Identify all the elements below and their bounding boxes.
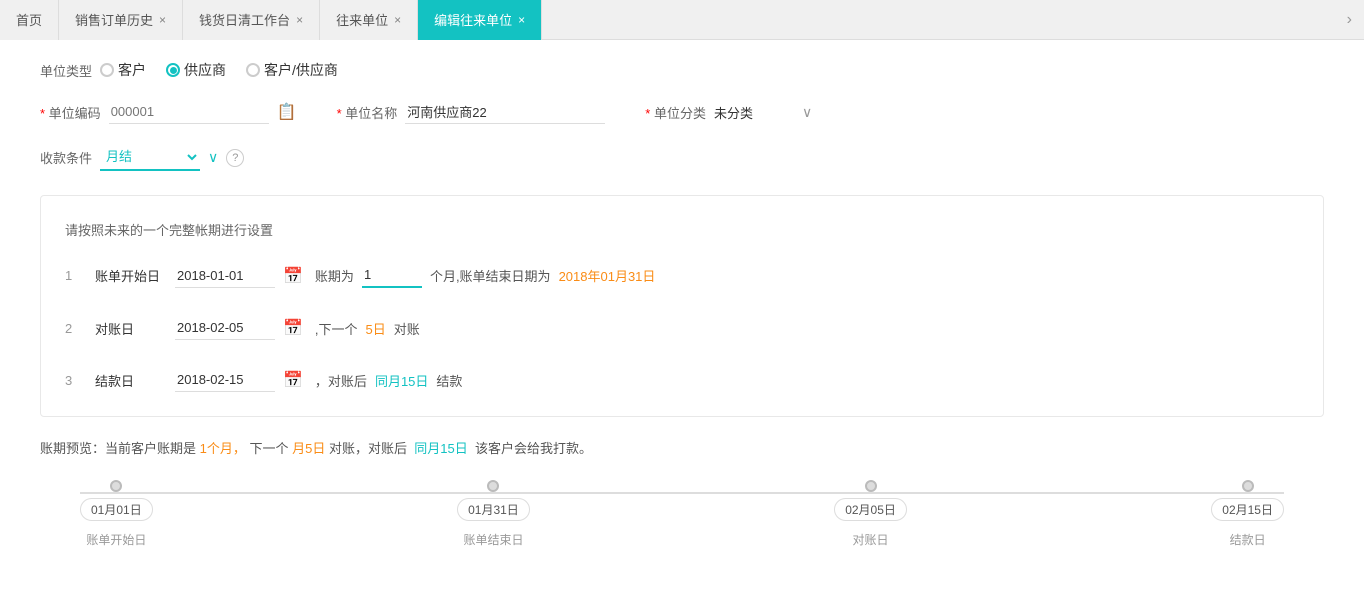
unit-code-label: 单位编码 [40,103,101,122]
tab-expand-icon[interactable]: › [1335,11,1364,29]
unit-type-label: 单位类型 [40,61,92,80]
tab-bar: 首页 销售订单历史 × 钱货日清工作台 × 往来单位 × 编辑往来单位 × › [0,0,1364,40]
preview-suffix: 该客户会给我打款。 [475,441,592,456]
preview-period: 1个月， [200,441,246,456]
payment-prefix: ，对账后 [315,371,367,390]
radio-customer[interactable]: 客户 [100,60,146,80]
tab-sales-order-history[interactable]: 销售订单历史 × [59,0,183,40]
payment-date-calendar-icon[interactable]: 📅 [283,370,303,390]
end-date-value: 2018年01月31日 [559,266,656,285]
tab-edit-partner-label: 编辑往来单位 [434,10,512,29]
timeline-point-2: 02月05日 对账日 [834,480,907,548]
period-input[interactable] [362,263,422,288]
tab-partner-units-label: 往来单位 [336,10,388,29]
radio-supplier[interactable]: 供应商 [166,60,226,80]
start-date-input[interactable] [175,264,275,288]
timeline-label-2: 对账日 [853,531,889,548]
radio-supplier-circle [166,63,180,77]
timeline-dot-2 [865,480,877,492]
setting-row-2: 2 对账日 📅 ,下一个 5日 对账 [65,316,1299,340]
timeline-label-0: 账单开始日 [86,531,146,548]
timeline-point-3: 02月15日 结款日 [1211,480,1284,548]
timeline-point-0: 01月01日 账单开始日 [80,480,153,548]
preview-day1: 月5日 [292,441,325,456]
tab-sales-order-label: 销售订单历史 [75,10,153,29]
period-prefix: 账期为 [315,266,354,285]
unit-name-group: 单位名称 [337,100,606,124]
radio-customer-supplier[interactable]: 客户/供应商 [246,60,338,80]
reconcile-suffix: 对账 [394,319,420,338]
row-label-1: 账单开始日 [95,266,175,285]
setting-row-3: 3 结款日 📅 ，对账后 同月15日 结款 [65,368,1299,392]
row-num-1: 1 [65,268,95,283]
timeline-badge-0: 01月01日 [80,498,153,521]
timeline-dot-0 [110,480,122,492]
timeline-label-1: 账单结束日 [463,531,523,548]
tab-partner-units[interactable]: 往来单位 × [320,0,418,40]
row-num-3: 3 [65,373,95,388]
tab-sales-order-close-icon[interactable]: × [159,13,166,27]
tab-home[interactable]: 首页 [0,0,59,40]
timeline-badge-3: 02月15日 [1211,498,1284,521]
payment-condition-label: 收款条件 [40,148,92,167]
tab-edit-partner-close-icon[interactable]: × [518,13,525,27]
card-title: 请按照未来的一个完整帐期进行设置 [65,220,1299,239]
tab-cash-daily-work[interactable]: 钱货日清工作台 × [183,0,320,40]
unit-category-group: 单位分类 未分类 ∨ [645,103,812,122]
start-date-calendar-icon[interactable]: 📅 [283,266,303,286]
timeline-points: 01月01日 账单开始日 01月31日 账单结束日 02月05日 对账日 02月… [40,480,1324,548]
unit-category-value: 未分类 [714,103,794,122]
unit-category-dropdown-icon[interactable]: ∨ [802,104,812,121]
timeline-dot-3 [1242,480,1254,492]
settings-card: 请按照未来的一个完整帐期进行设置 1 账单开始日 📅 账期为 个月,账单结束日期… [40,195,1324,417]
reconcile-date-input[interactable] [175,316,275,340]
unit-name-input[interactable] [405,100,605,124]
payment-condition-row: 收款条件 月结 ∨ ? [40,144,1324,171]
unit-category-label: 单位分类 [645,103,706,122]
tab-cash-daily-label: 钱货日清工作台 [199,10,290,29]
payment-condition-arrow-icon[interactable]: ∨ [208,149,218,166]
unit-name-label: 单位名称 [337,103,398,122]
unit-info-row: 单位编码 📋 单位名称 单位分类 未分类 ∨ [40,100,1324,124]
row-label-3: 结款日 [95,371,175,390]
radio-customer-supplier-circle [246,63,260,77]
preview-mid2: 对账，对账后 [329,441,407,456]
payment-highlight: 同月15日 [375,371,428,390]
tab-cash-daily-close-icon[interactable]: × [296,13,303,27]
preview-section: 账期预览：当前客户账期是 1个月， 下一个 月5日 对账，对账后 同月15日 该… [40,437,1324,460]
timeline-point-1: 01月31日 账单结束日 [457,480,530,548]
reconcile-prefix: ,下一个 [315,319,358,338]
radio-customer-supplier-label: 客户/供应商 [264,60,338,80]
reconcile-date-calendar-icon[interactable]: 📅 [283,318,303,338]
tab-edit-partner-unit[interactable]: 编辑往来单位 × [418,0,542,40]
payment-condition-select[interactable]: 月结 [100,144,200,171]
payment-date-input[interactable] [175,368,275,392]
payment-help-icon[interactable]: ? [226,149,244,167]
timeline-badge-1: 01月31日 [457,498,530,521]
period-suffix: 个月,账单结束日期为 [430,266,551,285]
tab-partner-units-close-icon[interactable]: × [394,13,401,27]
preview-mid1: 下一个 [250,441,289,456]
row-num-2: 2 [65,321,95,336]
timeline-label-3: 结款日 [1230,531,1266,548]
radio-customer-label: 客户 [118,60,146,80]
tab-home-label: 首页 [16,10,42,29]
unit-type-row: 单位类型 客户 供应商 客户/供应商 [40,60,1324,80]
reconcile-highlight: 5日 [366,319,386,338]
unit-code-input[interactable] [109,100,269,124]
preview-day2: 同月15日 [411,441,472,456]
radio-group-unit-type: 客户 供应商 客户/供应商 [100,60,338,80]
setting-row-1: 1 账单开始日 📅 账期为 个月,账单结束日期为 2018年01月31日 [65,263,1299,288]
timeline: 01月01日 账单开始日 01月31日 账单结束日 02月05日 对账日 02月… [40,480,1324,548]
row-label-2: 对账日 [95,319,175,338]
payment-suffix: 结款 [436,371,462,390]
timeline-badge-2: 02月05日 [834,498,907,521]
timeline-dot-1 [487,480,499,492]
radio-supplier-label: 供应商 [184,60,226,80]
unit-code-group: 单位编码 📋 [40,100,297,124]
unit-code-copy-icon[interactable]: 📋 [277,102,297,122]
radio-customer-circle [100,63,114,77]
main-content: 单位类型 客户 供应商 客户/供应商 单位编码 📋 单位名称 [0,40,1364,608]
preview-prefix: 账期预览：当前客户账期是 [40,441,196,456]
